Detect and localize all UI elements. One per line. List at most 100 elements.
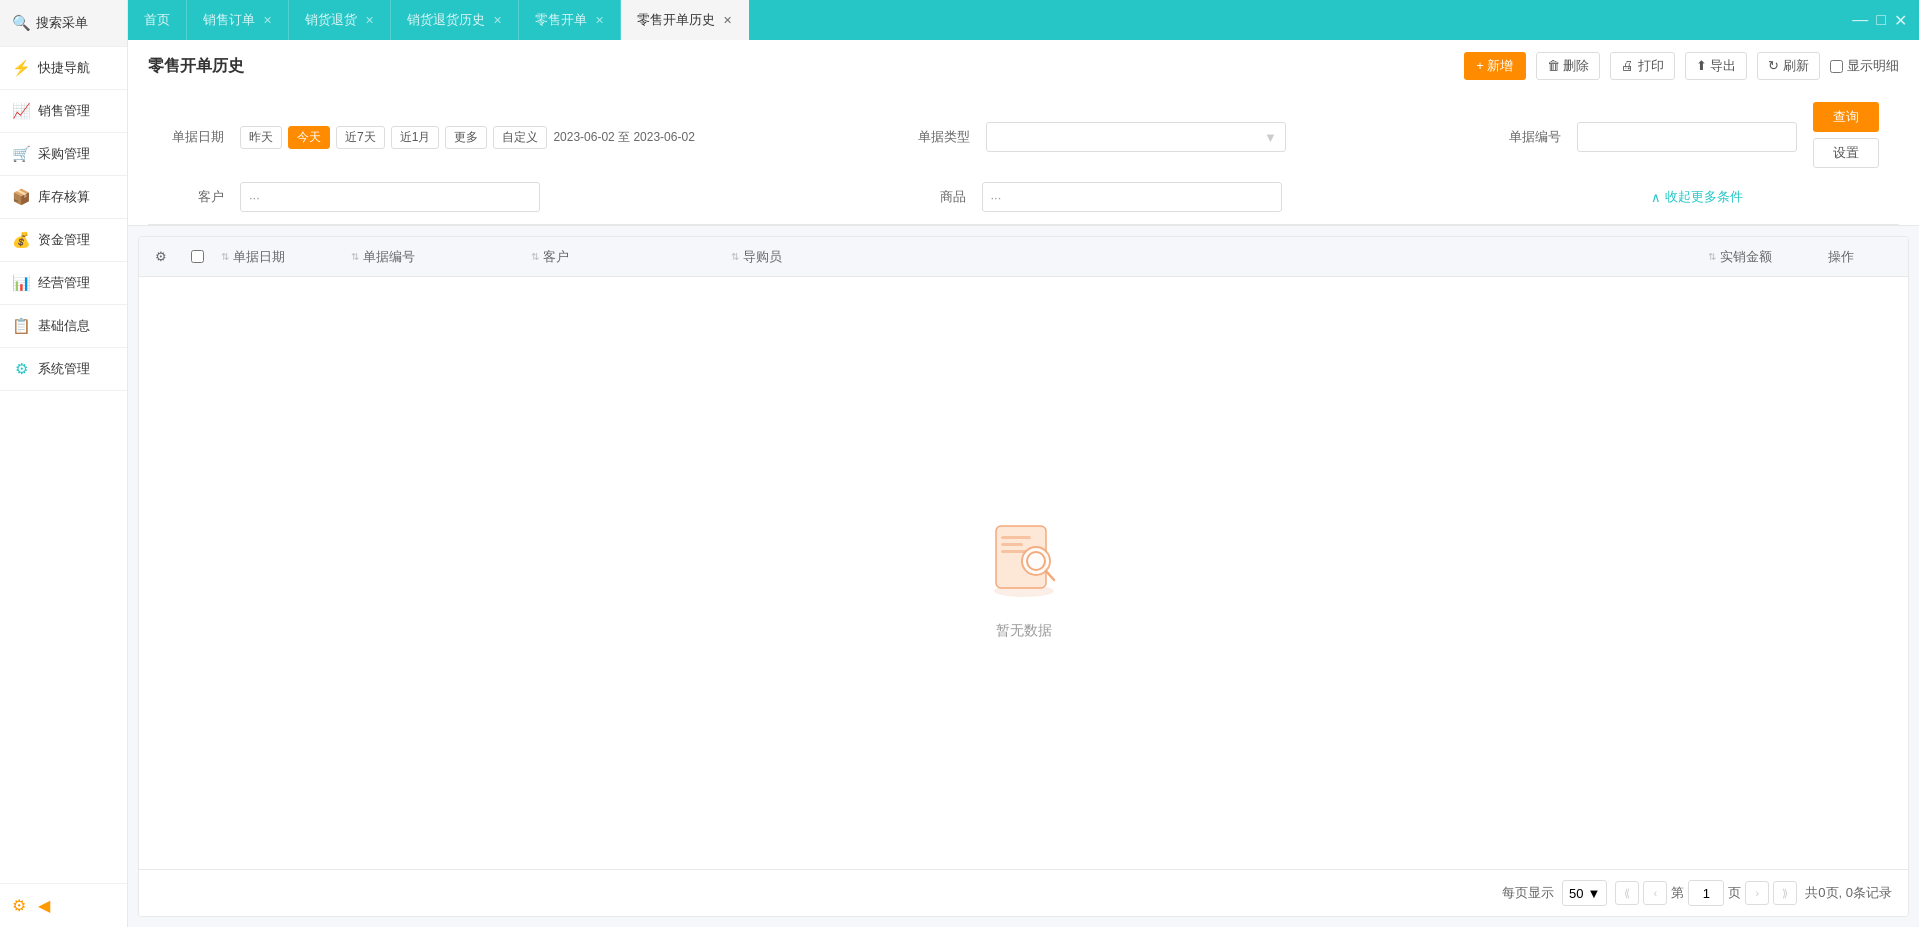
page-unit: 页: [1728, 884, 1741, 902]
sidebar-bottom: ⚙ ◀: [0, 883, 127, 927]
first-page-btn[interactable]: ⟪: [1615, 881, 1639, 905]
th-guide-sort-icon[interactable]: ⇅: [731, 251, 739, 262]
date-filter-label: 单据日期: [168, 128, 224, 146]
show-detail-label: 显示明细: [1847, 57, 1899, 75]
th-date-sort-icon[interactable]: ⇅: [221, 251, 229, 262]
filter-row-customer: 客户 ··· 商品 ··· ∧ 收起更多条件: [168, 182, 1879, 212]
th-date: ⇅ 单据日期: [213, 238, 343, 276]
page-title-row: 零售开单历史 + 新增 🗑 删除 🖨 打印 ⬆ 导出 ↻ 刷新 显示明细: [148, 52, 1899, 80]
next-page-btn[interactable]: ›: [1745, 881, 1769, 905]
sidebar-search[interactable]: 🔍 搜索采单: [0, 0, 127, 47]
customer-input[interactable]: ···: [240, 182, 540, 212]
quick-nav-icon: ⚡: [12, 59, 30, 77]
last-page-btn[interactable]: ⟫: [1773, 881, 1797, 905]
per-page-label: 每页显示: [1502, 884, 1554, 902]
table-header: ⚙ ⇅ 单据日期 ⇅ 单据编号 ⇅ 客户 ⇅: [139, 237, 1908, 277]
sidebar-item-finance-mgmt[interactable]: 💰 资金管理: [0, 219, 127, 262]
date-range-display: 2023-06-02 至 2023-06-02: [553, 129, 694, 146]
add-button[interactable]: + 新增: [1464, 52, 1525, 80]
sidebar-item-label: 系统管理: [38, 360, 90, 378]
th-amount-sort-icon[interactable]: ⇅: [1708, 251, 1716, 262]
sidebar-item-sales-mgmt[interactable]: 📈 销售管理: [0, 90, 127, 133]
filter-row-date: 单据日期 昨天 今天 近7天 近1月 更多 自定义 2023-06-02 至 2…: [168, 102, 1879, 172]
tab-bar: 首页 销售订单 ✕ 销货退货 ✕ 销货退货历史 ✕ 零售开单 ✕ 零售开单历史 …: [128, 0, 1919, 40]
setting-button[interactable]: 设置: [1813, 138, 1879, 168]
pagination: 每页显示 50 ▼ ⟪ ‹ 第 页 › ⟫ 共0页, 0条记录: [139, 869, 1908, 916]
refresh-button[interactable]: ↻ 刷新: [1757, 52, 1820, 80]
tab-home-label: 首页: [144, 11, 170, 29]
window-maximize-icon[interactable]: □: [1876, 11, 1886, 29]
doc-number-input[interactable]: [1577, 122, 1797, 152]
print-button[interactable]: 🖨 打印: [1610, 52, 1675, 80]
page-number-input[interactable]: [1688, 880, 1724, 906]
th-settings[interactable]: ⚙: [147, 239, 183, 274]
tab-sales-order-close[interactable]: ✕: [263, 14, 272, 27]
tab-bar-right: — □ ✕: [1852, 11, 1919, 30]
tab-sales-return-history[interactable]: 销货退货历史 ✕: [391, 0, 519, 40]
goods-input[interactable]: ···: [982, 182, 1282, 212]
date-btn-more[interactable]: 更多: [445, 126, 487, 149]
sales-mgmt-icon: 📈: [12, 102, 30, 120]
date-btn-yesterday[interactable]: 昨天: [240, 126, 282, 149]
purchase-mgmt-icon: 🛒: [12, 145, 30, 163]
show-detail-checkbox-label[interactable]: 显示明细: [1830, 57, 1899, 75]
tab-sales-order-label: 销售订单: [203, 11, 255, 29]
date-btn-today[interactable]: 今天: [288, 126, 330, 149]
collapse-sidebar-icon[interactable]: ◀: [38, 896, 50, 915]
th-number-sort-icon[interactable]: ⇅: [351, 251, 359, 262]
sys-mgmt-icon: ⚙: [12, 360, 30, 378]
tab-sales-return-close[interactable]: ✕: [365, 14, 374, 27]
doc-number-filter-label: 单据编号: [1505, 128, 1561, 146]
tab-sales-return[interactable]: 销货退货 ✕: [289, 0, 391, 40]
date-btn-custom[interactable]: 自定义: [493, 126, 547, 149]
tab-retail-open-close[interactable]: ✕: [595, 14, 604, 27]
sidebar-search-label: 搜索采单: [36, 14, 88, 32]
table-container: ⚙ ⇅ 单据日期 ⇅ 单据编号 ⇅ 客户 ⇅: [138, 236, 1909, 917]
tab-sales-return-label: 销货退货: [305, 11, 357, 29]
delete-button[interactable]: 🗑 删除: [1536, 52, 1601, 80]
tab-sales-return-history-close[interactable]: ✕: [493, 14, 502, 27]
select-all-checkbox[interactable]: [191, 250, 204, 263]
th-checkbox[interactable]: [183, 240, 213, 273]
window-minimize-icon[interactable]: —: [1852, 11, 1868, 29]
th-amount: ⇅ 实销金额: [1700, 238, 1820, 276]
window-close-icon[interactable]: ✕: [1894, 11, 1907, 30]
tab-retail-open-history[interactable]: 零售开单历史 ✕: [621, 0, 749, 40]
sidebar-item-purchase-mgmt[interactable]: 🛒 采购管理: [0, 133, 127, 176]
export-button[interactable]: ⬆ 导出: [1685, 52, 1748, 80]
per-page-dropdown-icon: ▼: [1587, 886, 1600, 901]
th-date-label: 单据日期: [233, 248, 285, 266]
basic-info-icon: 📋: [12, 317, 30, 335]
sidebar-item-ops-mgmt[interactable]: 📊 经营管理: [0, 262, 127, 305]
sidebar-item-inventory[interactable]: 📦 库存核算: [0, 176, 127, 219]
date-btn-last7[interactable]: 近7天: [336, 126, 385, 149]
settings-icon[interactable]: ⚙: [12, 896, 26, 915]
tab-retail-open-history-label: 零售开单历史: [637, 11, 715, 29]
tab-retail-open-history-close[interactable]: ✕: [723, 14, 732, 27]
settings-gear-icon[interactable]: ⚙: [155, 249, 167, 264]
show-detail-checkbox[interactable]: [1830, 60, 1843, 73]
collapse-filter-btn[interactable]: ∧ 收起更多条件: [1651, 188, 1743, 206]
prev-page-btn[interactable]: ‹: [1643, 881, 1667, 905]
date-btn-last-month[interactable]: 近1月: [391, 126, 440, 149]
goods-filter-label: 商品: [910, 188, 966, 206]
search-icon: 🔍: [12, 14, 30, 32]
th-customer-sort-icon[interactable]: ⇅: [531, 251, 539, 262]
sidebar-item-sys-mgmt[interactable]: ⚙ 系统管理: [0, 348, 127, 391]
sidebar-item-basic-info[interactable]: 📋 基础信息: [0, 305, 127, 348]
sidebar-item-quick-nav[interactable]: ⚡ 快捷导航: [0, 47, 127, 90]
doc-type-select[interactable]: ▼: [986, 122, 1286, 152]
customer-filter-label: 客户: [168, 188, 224, 206]
page-word: 第: [1671, 884, 1684, 902]
tab-sales-order[interactable]: 销售订单 ✕: [187, 0, 289, 40]
sidebar: 🔍 搜索采单 ⚡ 快捷导航 📈 销售管理 🛒 采购管理 📦 库存核算 💰 资金管…: [0, 0, 128, 927]
per-page-select[interactable]: 50 ▼: [1562, 880, 1607, 906]
tab-retail-open[interactable]: 零售开单 ✕: [519, 0, 621, 40]
th-number: ⇅ 单据编号: [343, 238, 523, 276]
query-button[interactable]: 查询: [1813, 102, 1879, 132]
tab-home[interactable]: 首页: [128, 0, 187, 40]
sidebar-item-label: 销售管理: [38, 102, 90, 120]
svg-line-7: [1046, 571, 1054, 580]
page-nav: ⟪ ‹ 第 页 › ⟫: [1615, 880, 1797, 906]
th-action-label: 操作: [1828, 248, 1854, 266]
